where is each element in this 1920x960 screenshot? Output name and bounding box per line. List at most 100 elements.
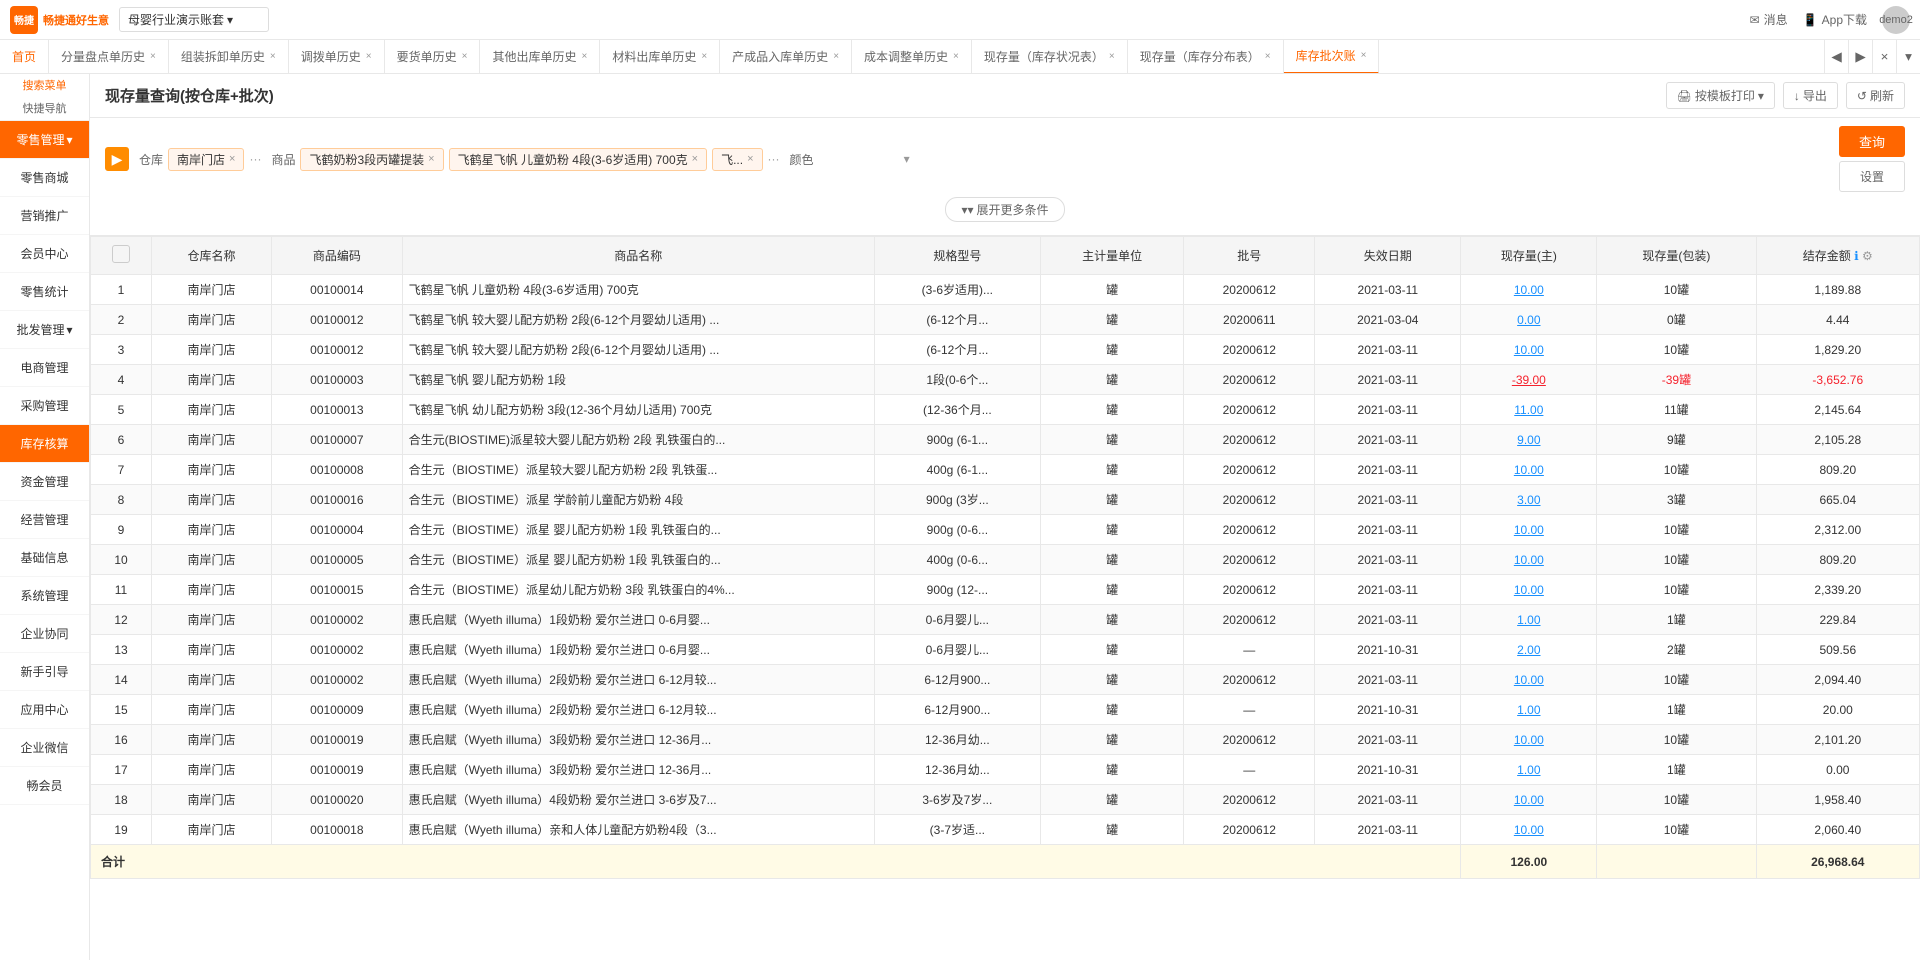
sidebar-item-inventory[interactable]: 库存核算 [0, 425, 89, 463]
sidebar-item-app-center[interactable]: 应用中心 [0, 691, 89, 729]
col-checkbox[interactable] [91, 237, 152, 275]
row-qty-main[interactable]: 10.00 [1461, 275, 1597, 305]
nav-tab-9[interactable]: 现存量（库存状况表）× [972, 40, 1128, 74]
refresh-btn[interactable]: ↺ 刷新 [1846, 82, 1905, 109]
sidebar-item-guide[interactable]: 新手引导 [0, 653, 89, 691]
remove-warehouse-icon[interactable]: × [229, 153, 235, 165]
close-icon[interactable]: × [581, 51, 587, 62]
product-tag-2[interactable]: 飞鹤星飞帆 儿童奶粉 4段(3-6岁适用) 700克 × [449, 148, 707, 171]
row-qty-main[interactable]: 0.00 [1461, 305, 1597, 335]
nav-tab-6[interactable]: 材料出库单历史× [600, 40, 720, 74]
product-tag-3[interactable]: 飞... × [712, 148, 762, 171]
sidebar-item-weixin[interactable]: 企业微信 [0, 729, 89, 767]
app-download-btn[interactable]: 📱 App下载 [1803, 11, 1867, 28]
expand-conditions-btn[interactable]: ▾▾ 展开更多条件 [945, 197, 1064, 222]
nav-tab-7[interactable]: 产成品入库单历史× [720, 40, 852, 74]
close-icon[interactable]: × [1109, 51, 1115, 62]
col-code: 商品编码 [272, 237, 403, 275]
nav-tab-home[interactable]: 首页 [0, 40, 49, 74]
close-icon[interactable]: × [701, 51, 707, 62]
col-settings-icon[interactable]: ⚙ [1862, 249, 1873, 263]
row-qty-main[interactable]: 10.00 [1461, 515, 1597, 545]
nav-tab-1[interactable]: 分量盘点单历史× [49, 40, 169, 74]
sidebar-item-member[interactable]: 会员中心 [0, 235, 89, 273]
close-icon[interactable]: × [953, 51, 959, 62]
row-qty-main[interactable]: 2.00 [1461, 635, 1597, 665]
color-dropdown-icon[interactable]: ▾ [904, 152, 910, 166]
row-warehouse: 南岸门店 [151, 515, 271, 545]
close-icon[interactable]: × [150, 51, 156, 62]
nav-tab-2[interactable]: 组装拆卸单历史× [169, 40, 289, 74]
row-name: 飞鹤星飞帆 较大婴儿配方奶粉 2段(6-12个月婴幼儿适用) ... [402, 305, 874, 335]
row-unit: 罐 [1040, 275, 1184, 305]
remove-product3-icon[interactable]: × [747, 153, 753, 165]
row-qty-main[interactable]: 1.00 [1461, 605, 1597, 635]
close-icon[interactable]: × [833, 51, 839, 62]
row-qty-main[interactable]: 10.00 [1461, 815, 1597, 845]
nav-tab-8[interactable]: 成本调整单历史× [852, 40, 972, 74]
row-qty-main[interactable]: 1.00 [1461, 695, 1597, 725]
close-icon[interactable]: × [366, 51, 372, 62]
industry-select[interactable]: 母婴行业演示账套 ▾ [119, 7, 269, 32]
sidebar-item-wholesale[interactable]: 批发管理 ▾ [0, 311, 89, 349]
sidebar-item-ecommerce[interactable]: 电商管理 [0, 349, 89, 387]
nav-next-btn[interactable]: ▶ [1848, 40, 1872, 74]
row-index: 18 [91, 785, 152, 815]
sidebar-search-label[interactable]: 搜索菜单 [0, 74, 89, 96]
sidebar-item-enterprise[interactable]: 企业协同 [0, 615, 89, 653]
row-qty-main[interactable]: 3.00 [1461, 485, 1597, 515]
filter-arrow-btn[interactable]: ▶ [105, 147, 129, 171]
table-row: 18 南岸门店 00100020 惠氏启赋（Wyeth illuma）4段奶粉 … [91, 785, 1920, 815]
close-icon[interactable]: × [1361, 50, 1367, 61]
row-qty-main[interactable]: 10.00 [1461, 725, 1597, 755]
close-icon[interactable]: × [1265, 51, 1271, 62]
remove-product1-icon[interactable]: × [428, 153, 434, 165]
row-qty-main[interactable]: 10.00 [1461, 785, 1597, 815]
print-btn[interactable]: 🖨 按模板打印 ▾ [1666, 82, 1775, 109]
settings-btn[interactable]: 设置 [1839, 161, 1905, 192]
row-batch: 20200611 [1184, 305, 1315, 335]
nav-tab-10[interactable]: 现存量（库存分布表）× [1128, 40, 1284, 74]
product-tag-1[interactable]: 飞鹤奶粉3段丙罐提装 × [300, 148, 443, 171]
row-qty-main[interactable]: 10.00 [1461, 545, 1597, 575]
query-btn[interactable]: 查询 [1839, 126, 1905, 157]
close-icon[interactable]: × [270, 51, 276, 62]
nav-tab-5[interactable]: 其他出库单历史× [480, 40, 600, 74]
sidebar-item-finance[interactable]: 资金管理 [0, 463, 89, 501]
row-qty-main[interactable]: 1.00 [1461, 755, 1597, 785]
warehouse-tag[interactable]: 南岸门店 × [168, 148, 244, 171]
table-row: 11 南岸门店 00100015 合生元（BIOSTIME）派星幼儿配方奶粉 3… [91, 575, 1920, 605]
sidebar-item-marketing[interactable]: 营销推广 [0, 197, 89, 235]
sidebar-item-basic-info[interactable]: 基础信息 [0, 539, 89, 577]
sidebar-item-retail-mgmt[interactable]: 零售管理 ▾ [0, 121, 89, 159]
sidebar-item-purchase[interactable]: 采购管理 [0, 387, 89, 425]
close-icon[interactable]: × [462, 51, 468, 62]
nav-tab-4[interactable]: 要货单历史× [385, 40, 481, 74]
sidebar-item-system[interactable]: 系统管理 [0, 577, 89, 615]
row-qty-main[interactable]: -39.00 [1461, 365, 1597, 395]
row-index: 12 [91, 605, 152, 635]
nav-close-btn[interactable]: × [1872, 40, 1896, 74]
sidebar-item-member2[interactable]: 畅会员 [0, 767, 89, 805]
nav-tab-11[interactable]: 库存批次账× [1284, 40, 1380, 74]
select-all-checkbox[interactable] [112, 245, 130, 263]
more-warehouse-btn[interactable]: ··· [249, 152, 261, 166]
remove-product2-icon[interactable]: × [692, 153, 698, 165]
row-qty-main[interactable]: 10.00 [1461, 455, 1597, 485]
nav-prev-btn[interactable]: ◀ [1824, 40, 1848, 74]
row-qty-pkg: 1罐 [1597, 695, 1756, 725]
row-qty-main[interactable]: 9.00 [1461, 425, 1597, 455]
user-avatar[interactable]: demo2 [1882, 6, 1910, 34]
row-qty-main[interactable]: 10.00 [1461, 575, 1597, 605]
row-qty-main[interactable]: 11.00 [1461, 395, 1597, 425]
row-qty-main[interactable]: 10.00 [1461, 665, 1597, 695]
sidebar-item-retail-stats[interactable]: 零售统计 [0, 273, 89, 311]
export-btn[interactable]: ↓ 导出 [1783, 82, 1838, 109]
more-product-btn[interactable]: ··· [768, 152, 780, 166]
sidebar-item-retail-store[interactable]: 零售商城 [0, 159, 89, 197]
row-qty-main[interactable]: 10.00 [1461, 335, 1597, 365]
nav-tab-3[interactable]: 调拨单历史× [289, 40, 385, 74]
sidebar-item-operations[interactable]: 经营管理 [0, 501, 89, 539]
message-btn[interactable]: ✉ 消息 [1750, 11, 1788, 28]
nav-menu-btn[interactable]: ▾ [1896, 40, 1920, 74]
